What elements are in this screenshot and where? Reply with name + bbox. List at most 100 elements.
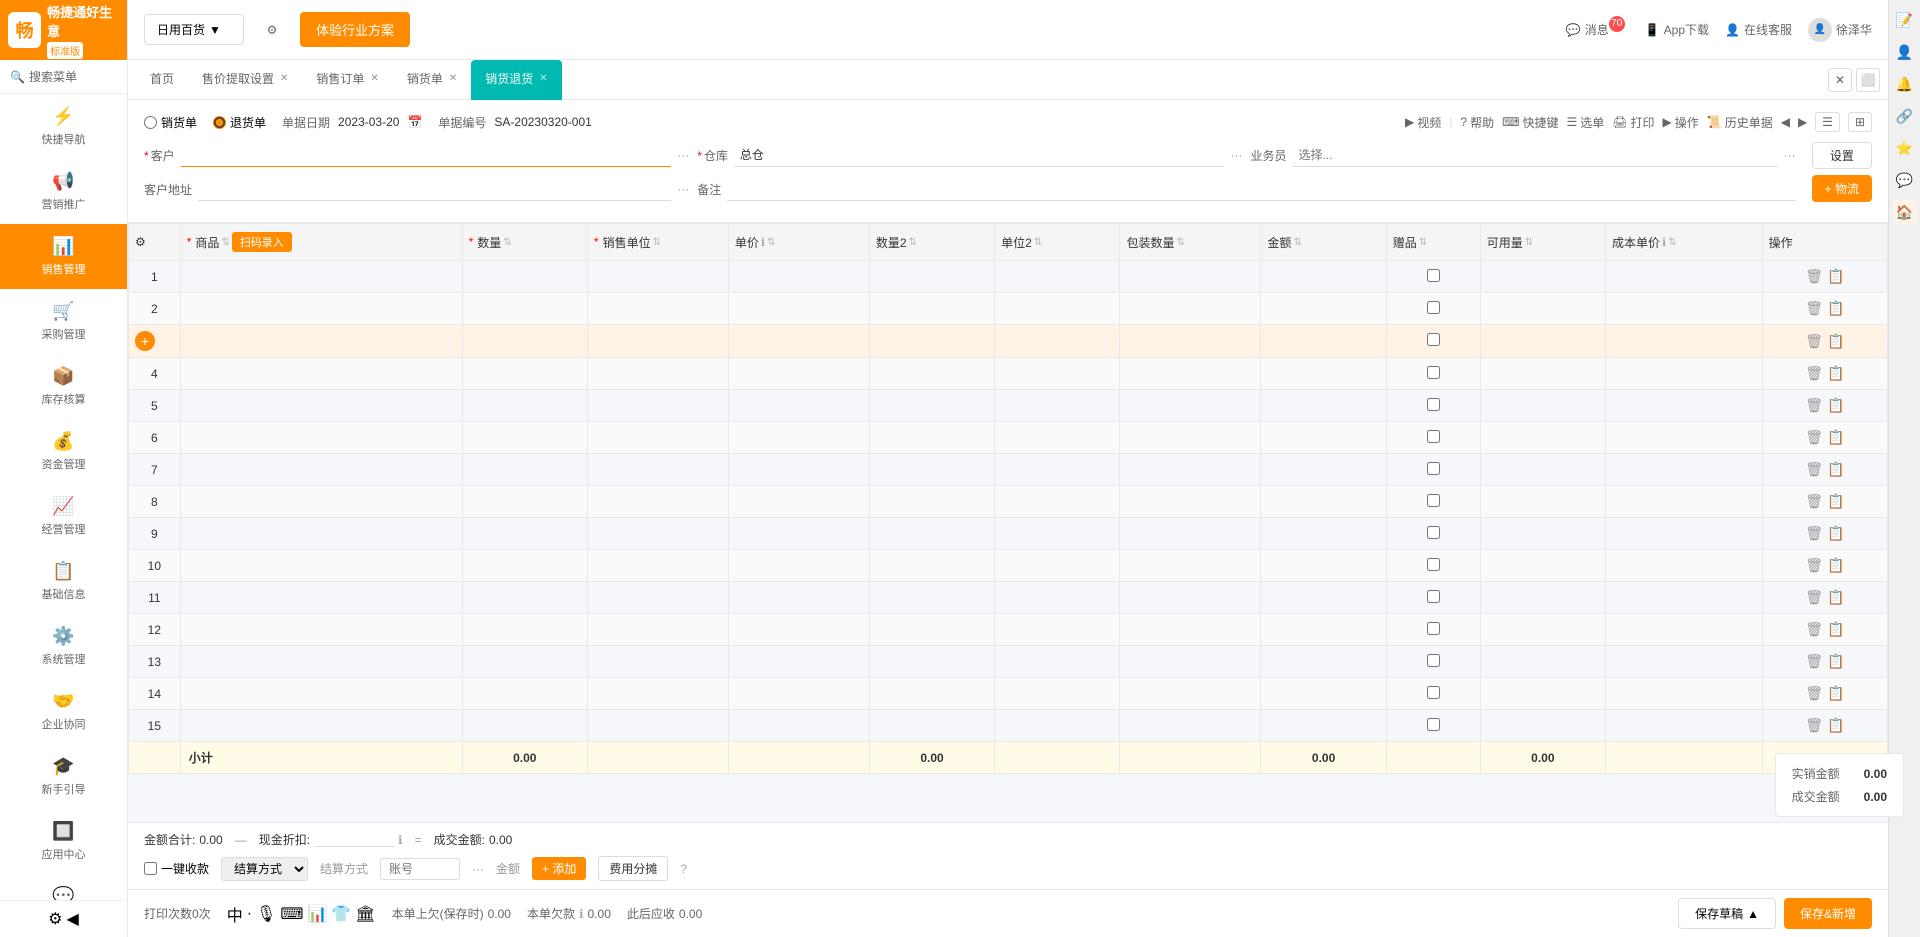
- save-draft-button[interactable]: 保存草稿 ▲: [1678, 898, 1776, 929]
- gift-checkbox-9[interactable]: [1427, 526, 1440, 539]
- copy-row-6-icon[interactable]: 📋: [1827, 429, 1844, 446]
- help-action[interactable]: ? 帮助: [1460, 114, 1494, 131]
- sort-cost-icon[interactable]: ⇅: [1668, 237, 1676, 248]
- date-value[interactable]: 2023-03-20: [338, 115, 399, 129]
- gift-checkbox-4[interactable]: [1427, 366, 1440, 379]
- fee-split-button[interactable]: 费用分摊: [598, 856, 668, 881]
- copy-row-5-icon[interactable]: 📋: [1827, 397, 1844, 414]
- next-record-btn[interactable]: ▶: [1798, 115, 1807, 129]
- delete-row-13-icon[interactable]: 🗑: [1805, 653, 1823, 670]
- sort-pack-icon[interactable]: ⇅: [1176, 237, 1184, 248]
- tab-sale-price[interactable]: 售价提取设置 ✕: [188, 60, 302, 100]
- salesperson-input[interactable]: [1292, 144, 1777, 167]
- delete-row-12-icon[interactable]: 🗑: [1805, 621, 1823, 638]
- copy-row-11-icon[interactable]: 📋: [1827, 589, 1844, 606]
- delete-row-9-icon[interactable]: 🗑: [1805, 525, 1823, 542]
- right-icon-5[interactable]: ⭐: [1893, 136, 1917, 160]
- sort-amount-icon[interactable]: ⇅: [1293, 237, 1301, 248]
- print-action[interactable]: 🖨 打印: [1612, 114, 1654, 131]
- sort-gift-icon[interactable]: ⇅: [1419, 237, 1427, 248]
- sidebar-item-inventory[interactable]: 📦 库存核算: [0, 354, 127, 419]
- sidebar-search[interactable]: 🔍 搜索菜单: [0, 60, 127, 94]
- delete-row-4-icon[interactable]: 🗑: [1805, 365, 1823, 382]
- gift-checkbox-6[interactable]: [1427, 430, 1440, 443]
- taskbar-icon-4[interactable]: ⌨: [280, 904, 303, 924]
- add-payment-button[interactable]: + 添加: [532, 857, 586, 880]
- sidebar-item-newbie[interactable]: 🎓 新手引导: [0, 744, 127, 809]
- tab-sale-order[interactable]: 销售订单 ✕: [302, 60, 392, 100]
- delete-row-2-icon[interactable]: 🗑: [1805, 300, 1823, 317]
- tab-close-sale-price[interactable]: ✕: [280, 73, 288, 84]
- tab-sale-delivery[interactable]: 销货单 ✕: [393, 60, 471, 100]
- delete-row-3-icon[interactable]: 🗑: [1805, 333, 1823, 350]
- collapse-icon[interactable]: ◀: [67, 909, 79, 929]
- operate-action[interactable]: ▶ 操作: [1662, 114, 1698, 131]
- topbar-gear-button[interactable]: ⚙: [256, 14, 288, 46]
- sidebar-item-marketing[interactable]: 📢 营销推广: [0, 159, 127, 224]
- branch-dropdown[interactable]: 日用百货 ▼: [144, 14, 244, 45]
- copy-row-12-icon[interactable]: 📋: [1827, 621, 1844, 638]
- tab-close-btn[interactable]: ✕: [1828, 68, 1852, 92]
- online-service-button[interactable]: 👤 在线客服: [1725, 21, 1792, 38]
- user-menu[interactable]: 👤 徐泽华: [1808, 18, 1872, 42]
- prev-record-btn[interactable]: ◀: [1781, 115, 1790, 129]
- delete-row-11-icon[interactable]: 🗑: [1805, 589, 1823, 606]
- delete-row-6-icon[interactable]: 🗑: [1805, 429, 1823, 446]
- sort-unit2-icon[interactable]: ⇅: [1034, 237, 1042, 248]
- calendar-icon[interactable]: 📅: [407, 115, 422, 129]
- account-dots[interactable]: ···: [472, 862, 484, 876]
- gift-checkbox-15[interactable]: [1427, 718, 1440, 731]
- address-select-icon[interactable]: ···: [677, 182, 689, 196]
- sidebar-item-wechat[interactable]: 💬 企业微信: [0, 874, 127, 900]
- customer-input[interactable]: [181, 144, 672, 167]
- taskbar-icon-1[interactable]: 中: [227, 902, 243, 926]
- sort-unit-icon[interactable]: ⇅: [653, 237, 661, 248]
- right-icon-7[interactable]: 🏠: [1893, 200, 1917, 224]
- add-row-button[interactable]: +: [135, 331, 155, 351]
- sidebar-item-quick-nav[interactable]: ⚡ 快捷导航: [0, 94, 127, 159]
- discount-input[interactable]: [314, 832, 394, 847]
- grid-view-btn[interactable]: ⊞: [1848, 112, 1872, 132]
- tab-sale-return[interactable]: 销货退货 ✕: [471, 60, 561, 100]
- history-action[interactable]: 📜 历史单据: [1707, 114, 1773, 131]
- sort-price-icon[interactable]: ⇅: [767, 237, 775, 248]
- delete-row-15-icon[interactable]: 🗑: [1805, 717, 1823, 734]
- gift-checkbox-14[interactable]: [1427, 686, 1440, 699]
- tab-expand-btn[interactable]: ⬜: [1856, 68, 1880, 92]
- right-icon-2[interactable]: 👤: [1893, 40, 1917, 64]
- logistics-button[interactable]: + 物流: [1812, 175, 1872, 202]
- taskbar-icon-7[interactable]: 🏛: [355, 904, 375, 924]
- gift-checkbox-3[interactable]: [1427, 333, 1440, 346]
- th-settings[interactable]: ⚙: [129, 224, 181, 261]
- delete-row-8-icon[interactable]: 🗑: [1805, 493, 1823, 510]
- sidebar-item-sales[interactable]: 📊 销售管理: [0, 224, 127, 289]
- tab-close-sale-order[interactable]: ✕: [370, 73, 378, 84]
- sort-qty2-icon[interactable]: ⇅: [909, 237, 917, 248]
- delete-row-14-icon[interactable]: 🗑: [1805, 685, 1823, 702]
- taskbar-icon-5[interactable]: 📊: [307, 904, 327, 924]
- copy-row-8-icon[interactable]: 📋: [1827, 493, 1844, 510]
- copy-row-3-icon[interactable]: 📋: [1827, 333, 1844, 350]
- sidebar-item-purchase[interactable]: 🛒 采购管理: [0, 289, 127, 354]
- account-input[interactable]: [380, 858, 460, 880]
- sidebar-item-system[interactable]: ⚙️ 系统管理: [0, 614, 127, 679]
- sort-available-icon[interactable]: ⇅: [1525, 237, 1533, 248]
- delete-row-5-icon[interactable]: 🗑: [1805, 397, 1823, 414]
- delete-row-10-icon[interactable]: 🗑: [1805, 557, 1823, 574]
- settings-button[interactable]: 设置: [1812, 142, 1872, 169]
- gift-checkbox-7[interactable]: [1427, 462, 1440, 475]
- copy-row-2-icon[interactable]: 📋: [1827, 300, 1844, 317]
- radio-return[interactable]: 退货单: [213, 114, 266, 131]
- select-action[interactable]: ☰ 选单: [1566, 114, 1604, 131]
- warehouse-select-icon[interactable]: ···: [1230, 148, 1242, 162]
- customer-select-icon[interactable]: ···: [677, 148, 689, 162]
- delete-row-1-icon[interactable]: 🗑: [1805, 268, 1823, 285]
- shortcut-action[interactable]: ⌨ 快捷键: [1502, 114, 1558, 131]
- gift-checkbox-12[interactable]: [1427, 622, 1440, 635]
- copy-row-15-icon[interactable]: 📋: [1827, 717, 1844, 734]
- gift-checkbox-1[interactable]: [1427, 269, 1440, 282]
- copy-row-1-icon[interactable]: 📋: [1827, 268, 1844, 285]
- method-select[interactable]: 结算方式: [221, 857, 308, 881]
- delete-row-7-icon[interactable]: 🗑: [1805, 461, 1823, 478]
- taskbar-icon-2[interactable]: ·: [247, 905, 252, 923]
